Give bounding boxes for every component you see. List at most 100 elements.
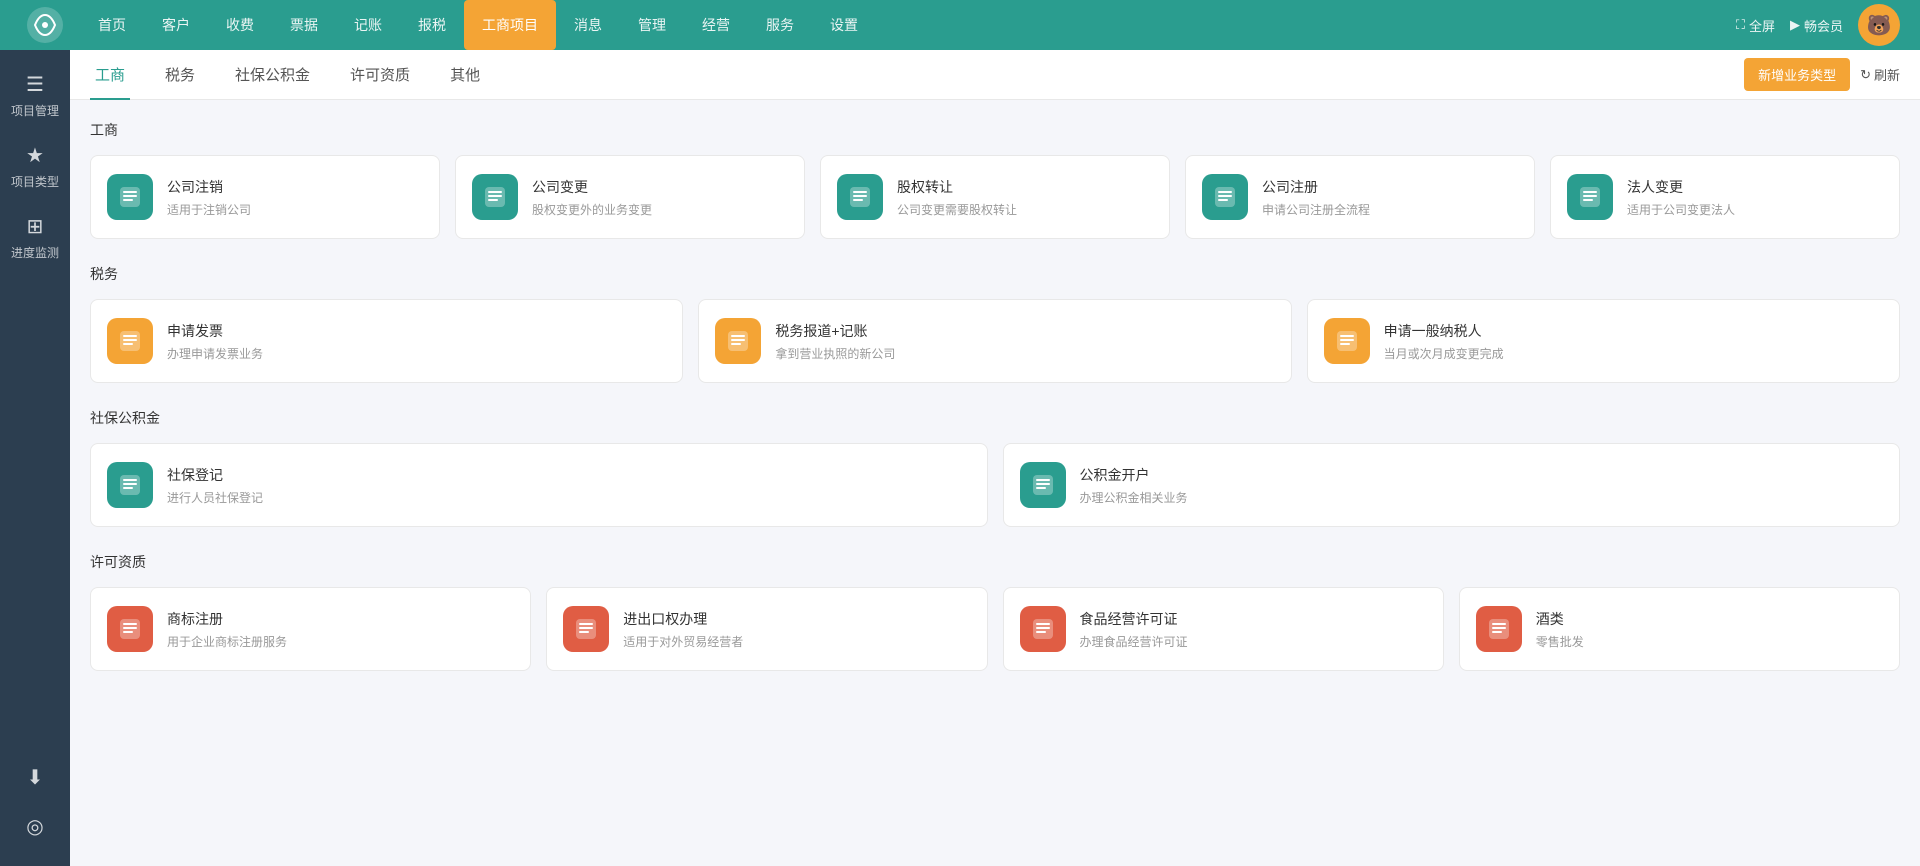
nav-right: ⛶ 全屏 ▶ 畅会员 🐻 — [1736, 4, 1900, 46]
add-business-type-button[interactable]: 新增业务类型 — [1744, 58, 1850, 91]
card-公司注册[interactable]: 公司注册申请公司注册全流程 — [1185, 155, 1535, 239]
scroll-content: 工商公司注销适用于注销公司 公司变更股权变更外的业务变更 股权转让公司变更需要股权转… — [70, 100, 1920, 866]
card-name-商标注册: 商标注册 — [167, 609, 287, 629]
nav-items: 首页客户收费票据记账报税工商项目消息管理经营服务设置 — [80, 0, 1736, 50]
tab-actions: 新增业务类型 ↻ 刷新 — [1744, 58, 1900, 91]
card-info-公积金开户: 公积金开户办理公积金相关业务 — [1080, 465, 1188, 506]
fullscreen-icon: ⛶ — [1736, 17, 1745, 33]
card-desc-商标注册: 用于企业商标注册服务 — [167, 633, 287, 650]
sidebar-item-项目类型[interactable]: ★项目类型 — [0, 131, 70, 202]
card-info-税务报道+记账: 税务报道+记账拿到营业执照的新公司 — [775, 321, 895, 362]
card-name-公积金开户: 公积金开户 — [1080, 465, 1188, 485]
card-info-进出口权办理: 进出口权办理适用于对外贸易经营者 — [623, 609, 743, 650]
card-公司注销[interactable]: 公司注销适用于注销公司 — [90, 155, 440, 239]
card-税务报道+记账[interactable]: 税务报道+记账拿到营业执照的新公司 — [698, 299, 1291, 383]
top-nav: 首页客户收费票据记账报税工商项目消息管理经营服务设置 ⛶ 全屏 ▶ 畅会员 🐻 — [0, 0, 1920, 50]
card-desc-法人变更: 适用于公司变更法人 — [1627, 201, 1735, 218]
cards-grid-xuke: 商标注册用于企业商标注册服务 进出口权办理适用于对外贸易经营者 食品经营许可证办理食… — [90, 587, 1900, 671]
card-name-股权转让: 股权转让 — [897, 177, 1017, 197]
card-社保登记[interactable]: 社保登记进行人员社保登记 — [90, 443, 988, 527]
card-name-酒类: 酒类 — [1536, 609, 1584, 629]
section-title-shebao: 社保公积金 — [90, 408, 1900, 428]
card-desc-进出口权办理: 适用于对外贸易经营者 — [623, 633, 743, 650]
sidebar-icon: ★ — [26, 143, 44, 168]
nav-item-收费[interactable]: 收费 — [208, 0, 272, 50]
card-desc-税务报道+记账: 拿到营业执照的新公司 — [775, 345, 895, 362]
nav-item-首页[interactable]: 首页 — [80, 0, 144, 50]
section-shuiwu: 税务申请发票办理申请发票业务 税务报道+记账拿到营业执照的新公司 申请一般纳税人当月… — [90, 264, 1900, 383]
card-icon-申请一般纳税人 — [1324, 318, 1370, 364]
sidebar-icon: ⊞ — [27, 214, 44, 239]
section-shebao: 社保公积金社保登记进行人员社保登记 公积金开户办理公积金相关业务 — [90, 408, 1900, 527]
refresh-icon: ↻ — [1860, 67, 1871, 83]
vip-btn[interactable]: ▶ 畅会员 — [1790, 16, 1843, 35]
tab-税务[interactable]: 税务 — [160, 50, 200, 100]
sidebar-bottom-item-下载[interactable]: ⬇ — [0, 753, 70, 802]
card-info-申请发票: 申请发票办理申请发票业务 — [167, 321, 263, 362]
card-desc-社保登记: 进行人员社保登记 — [167, 489, 263, 506]
fullscreen-btn[interactable]: ⛶ 全屏 — [1736, 16, 1775, 35]
card-name-公司注册: 公司注册 — [1262, 177, 1370, 197]
card-酒类[interactable]: 酒类零售批发 — [1459, 587, 1900, 671]
vip-icon: ▶ — [1790, 17, 1800, 33]
sidebar-item-进度监测[interactable]: ⊞ 进度监测 — [0, 202, 70, 273]
card-desc-申请发票: 办理申请发票业务 — [167, 345, 263, 362]
card-进出口权办理[interactable]: 进出口权办理适用于对外贸易经营者 — [546, 587, 987, 671]
card-info-法人变更: 法人变更适用于公司变更法人 — [1627, 177, 1735, 218]
card-icon-股权转让 — [837, 174, 883, 220]
card-info-酒类: 酒类零售批发 — [1536, 609, 1584, 650]
card-icon-进出口权办理 — [563, 606, 609, 652]
card-icon-税务报道+记账 — [715, 318, 761, 364]
card-desc-公司变更: 股权变更外的业务变更 — [532, 201, 652, 218]
section-xuke: 许可资质商标注册用于企业商标注册服务 进出口权办理适用于对外贸易经营者 食品经营许可… — [90, 552, 1900, 671]
card-食品经营许可证[interactable]: 食品经营许可证办理食品经营许可证 — [1003, 587, 1444, 671]
nav-item-票据[interactable]: 票据 — [272, 0, 336, 50]
main-body: ☰项目管理★项目类型⊞进度监测⬇◎ 工商税务社保公积金许可资质其他 新增业务类型… — [0, 50, 1920, 866]
nav-item-设置[interactable]: 设置 — [812, 0, 876, 50]
tabs: 工商税务社保公积金许可资质其他 — [90, 50, 485, 99]
card-info-股权转让: 股权转让公司变更需要股权转让 — [897, 177, 1017, 218]
section-gongshang: 工商公司注销适用于注销公司 公司变更股权变更外的业务变更 股权转让公司变更需要股权转… — [90, 120, 1900, 239]
refresh-button[interactable]: ↻ 刷新 — [1860, 65, 1900, 84]
logo-icon — [27, 7, 63, 43]
section-title-xuke: 许可资质 — [90, 552, 1900, 572]
vip-label: 畅会员 — [1804, 16, 1843, 35]
card-公司变更[interactable]: 公司变更股权变更外的业务变更 — [455, 155, 805, 239]
card-name-公司注销: 公司注销 — [167, 177, 251, 197]
section-title-shuiwu: 税务 — [90, 264, 1900, 284]
tab-社保公积金[interactable]: 社保公积金 — [230, 50, 315, 100]
card-info-申请一般纳税人: 申请一般纳税人当月或次月成变更完成 — [1384, 321, 1504, 362]
card-desc-申请一般纳税人: 当月或次月成变更完成 — [1384, 345, 1504, 362]
sidebar-bottom-icon: ⬇ — [27, 765, 44, 790]
nav-item-管理[interactable]: 管理 — [620, 0, 684, 50]
card-法人变更[interactable]: 法人变更适用于公司变更法人 — [1550, 155, 1900, 239]
section-title-gongshang: 工商 — [90, 120, 1900, 140]
fullscreen-label: 全屏 — [1749, 16, 1775, 35]
card-股权转让[interactable]: 股权转让公司变更需要股权转让 — [820, 155, 1170, 239]
card-info-公司注销: 公司注销适用于注销公司 — [167, 177, 251, 218]
tab-bar: 工商税务社保公积金许可资质其他 新增业务类型 ↻ 刷新 — [70, 50, 1920, 100]
nav-item-报税[interactable]: 报税 — [400, 0, 464, 50]
nav-item-服务[interactable]: 服务 — [748, 0, 812, 50]
nav-item-记账[interactable]: 记账 — [336, 0, 400, 50]
nav-item-经营[interactable]: 经营 — [684, 0, 748, 50]
cards-grid-gongshang: 公司注销适用于注销公司 公司变更股权变更外的业务变更 股权转让公司变更需要股权转让 公… — [90, 155, 1900, 239]
sidebar-label: 进度监测 — [11, 244, 59, 261]
card-商标注册[interactable]: 商标注册用于企业商标注册服务 — [90, 587, 531, 671]
card-name-食品经营许可证: 食品经营许可证 — [1080, 609, 1188, 629]
tab-其他[interactable]: 其他 — [445, 50, 485, 100]
card-公积金开户[interactable]: 公积金开户办理公积金相关业务 — [1003, 443, 1901, 527]
tab-许可资质[interactable]: 许可资质 — [345, 50, 415, 100]
card-icon-食品经营许可证 — [1020, 606, 1066, 652]
nav-item-工商项目[interactable]: 工商项目 — [464, 0, 556, 50]
sidebar-item-项目管理[interactable]: ☰项目管理 — [0, 60, 70, 131]
card-name-申请一般纳税人: 申请一般纳税人 — [1384, 321, 1504, 341]
content-area: 工商税务社保公积金许可资质其他 新增业务类型 ↻ 刷新 工商公司注销适用于注销公… — [70, 50, 1920, 866]
nav-item-客户[interactable]: 客户 — [144, 0, 208, 50]
tab-工商[interactable]: 工商 — [90, 50, 130, 100]
sidebar-bottom-item-位置[interactable]: ◎ — [0, 802, 70, 851]
card-申请发票[interactable]: 申请发票办理申请发票业务 — [90, 299, 683, 383]
nav-item-消息[interactable]: 消息 — [556, 0, 620, 50]
card-name-申请发票: 申请发票 — [167, 321, 263, 341]
card-申请一般纳税人[interactable]: 申请一般纳税人当月或次月成变更完成 — [1307, 299, 1900, 383]
